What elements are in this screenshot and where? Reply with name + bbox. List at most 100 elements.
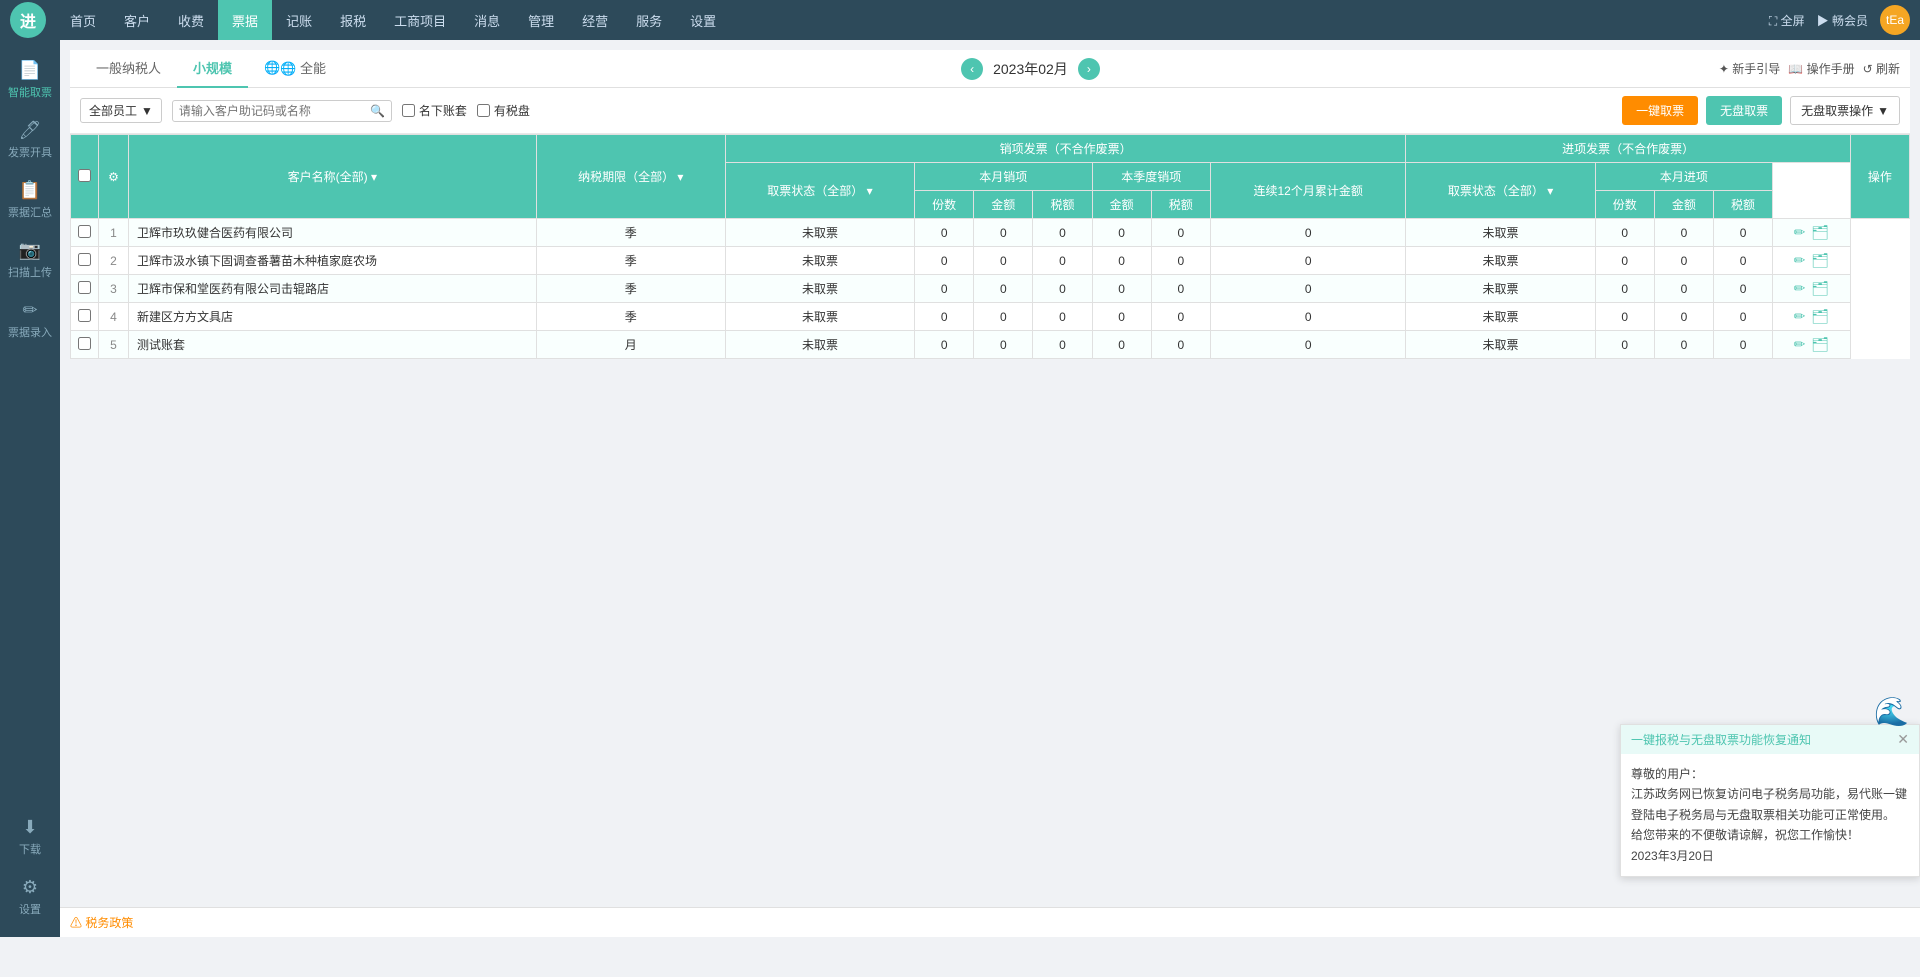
nav-customer[interactable]: 客户 [110,0,164,40]
notification-close-button[interactable]: ✕ [1897,731,1909,748]
my-account-checkbox-input[interactable] [402,104,415,117]
tab-small-scale[interactable]: 小规模 [177,50,248,88]
next-month-button[interactable]: › [1078,58,1100,80]
invoice-table-wrap: ⚙ 客户名称(全部) ▾ 纳税期限（全部） ▾ 销项发票（不合作废票） 进项发票… [70,134,1910,359]
sidebar-label-settings: 设置 [19,901,41,917]
edit-icon[interactable]: ✏ [1794,308,1806,325]
row-checkbox[interactable] [78,253,91,266]
row-s-quarter-tax: 0 [1151,303,1210,331]
nav-service[interactable]: 服务 [622,0,676,40]
view-icon[interactable]: 🗂 [1811,252,1829,269]
table-row: 2 卫辉市汲水镇下固调查番薯苗木种植家庭农场 季 未取票 0 0 0 0 0 0… [71,247,1910,275]
app-logo: 进 [10,2,46,38]
row-p-month-tax: 0 [1713,247,1772,275]
nav-business[interactable]: 工商项目 [380,0,460,40]
row-purchase-status: 未取票 [1406,275,1595,303]
new-guide-link[interactable]: ✦ 新手引导 [1719,60,1780,77]
row-actions: ✏ 🗂 [1773,219,1851,247]
row-s-month-tax: 0 [1033,303,1092,331]
search-input[interactable] [179,104,370,118]
row-checkbox[interactable] [78,225,91,238]
row-s-month-shares: 0 [915,331,974,359]
refresh-link[interactable]: ↺ 刷新 [1863,60,1900,77]
th-customer: 客户名称(全部) ▾ [129,135,537,219]
th-sales-group: 销项发票（不合作废票） [725,135,1406,163]
row-s-month-tax: 0 [1033,331,1092,359]
row-num: 3 [99,275,129,303]
edit-icon[interactable]: ✏ [1794,252,1806,269]
date-navigator: ‹ 2023年02月 › [961,58,1100,80]
sidebar-item-settings[interactable]: ⚙ 设置 [0,867,60,927]
th-purchase-status: 取票状态（全部） ▾ [1406,163,1595,219]
sidebar-label-invoice-entry: 票据录入 [8,324,52,340]
th-tax-period: 纳税期限（全部） ▾ [536,135,725,219]
member-button[interactable]: ▶ 畅会员 [1817,12,1868,29]
nav-billing[interactable]: 收费 [164,0,218,40]
nav-manage[interactable]: 管理 [514,0,568,40]
edit-icon[interactable]: ✏ [1794,336,1806,353]
th-operations: 操作 [1850,135,1909,219]
employee-select[interactable]: 全部员工 ▼ [80,98,162,123]
sidebar-item-smart-ticket[interactable]: 📄 智能取票 [0,50,60,110]
row-sales-status: 未取票 [725,331,914,359]
tab-general-taxpayer[interactable]: 一般纳税人 [80,50,177,88]
row-p-month-shares: 0 [1595,247,1654,275]
fullscreen-button[interactable]: ⛶ 全屏 [1769,12,1805,29]
sidebar-item-invoice-summary[interactable]: 📋 票据汇总 [0,170,60,230]
nav-bookkeeping[interactable]: 记账 [272,0,326,40]
sidebar-item-scan-upload[interactable]: 📷 扫描上传 [0,230,60,290]
row-checkbox[interactable] [78,337,91,350]
sidebar-label-scan-upload: 扫描上传 [8,264,52,280]
no-disk-ops-button[interactable]: 无盘取票操作 ▼ [1790,96,1900,125]
manual-link[interactable]: 📖 操作手册 [1788,60,1854,77]
nav-settings[interactable]: 设置 [676,0,730,40]
dropdown-arrow-icon: ▼ [1877,104,1889,118]
view-icon[interactable]: 🗂 [1811,308,1829,325]
edit-icon[interactable]: ✏ [1794,280,1806,297]
has-tax-disk-checkbox-input[interactable] [477,104,490,117]
view-icon[interactable]: 🗂 [1811,336,1829,353]
nav-menu: 首页 客户 收费 票据 记账 报税 工商项目 消息 管理 经营 服务 设置 [56,0,1769,40]
tax-policy-link[interactable]: 税务政策 [70,914,133,931]
nav-message[interactable]: 消息 [460,0,514,40]
row-12month: 0 [1210,331,1406,359]
nav-tax[interactable]: 报税 [326,0,380,40]
row-s-month-amount: 0 [974,247,1033,275]
top-navigation: 进 首页 客户 收费 票据 记账 报税 工商项目 消息 管理 经营 服务 设置 … [0,0,1920,40]
no-disk-ticket-button[interactable]: 无盘取票 [1706,96,1782,125]
tab-omnipotent[interactable]: 🌐 🌐 全能 [248,50,342,88]
sidebar-item-invoice-entry[interactable]: ✏ 票据录入 [0,290,60,350]
view-icon[interactable]: 🗂 [1811,224,1829,241]
avatar[interactable]: tEa [1880,5,1910,35]
nav-operation[interactable]: 经营 [568,0,622,40]
my-account-checkbox[interactable]: 名下账套 [402,102,467,119]
row-s-month-tax: 0 [1033,275,1092,303]
view-icon[interactable]: 🗂 [1811,280,1829,297]
filter-actions: 一键取票 无盘取票 无盘取票操作 ▼ [1622,96,1900,125]
nav-home[interactable]: 首页 [56,0,110,40]
one-click-ticket-button[interactable]: 一键取票 [1622,96,1698,125]
row-customer: 测试账套 [129,331,537,359]
row-tax-period: 季 [536,219,725,247]
row-tax-period: 月 [536,331,725,359]
th-s-quarter-tax: 税额 [1151,191,1210,219]
search-icon[interactable]: 🔍 [370,104,385,118]
select-all-checkbox[interactable] [78,169,91,182]
invoice-entry-icon: ✏ [22,300,37,321]
sidebar-bottom: ⬇ 下载 ⚙ 设置 [0,807,60,937]
filter-bar: 全部员工 ▼ 🔍 名下账套 有税盘 一键取票 无盘取票 无盘取票操作 ▼ [70,88,1910,134]
row-12month: 0 [1210,219,1406,247]
row-s-month-amount: 0 [974,331,1033,359]
prev-month-button[interactable]: ‹ [961,58,983,80]
row-checkbox[interactable] [78,309,91,322]
row-tax-period: 季 [536,303,725,331]
sidebar-item-invoice-open[interactable]: 🖊 发票开具 [0,110,60,170]
nav-invoice[interactable]: 票据 [218,0,272,40]
has-tax-disk-checkbox[interactable]: 有税盘 [477,102,530,119]
notification-title: 一键报税与无盘取票功能恢复通知 [1631,731,1811,748]
row-checkbox[interactable] [78,281,91,294]
sidebar-item-download[interactable]: ⬇ 下载 [0,807,60,867]
row-num: 4 [99,303,129,331]
sidebar-label-invoice-summary: 票据汇总 [8,204,52,220]
edit-icon[interactable]: ✏ [1794,224,1806,241]
